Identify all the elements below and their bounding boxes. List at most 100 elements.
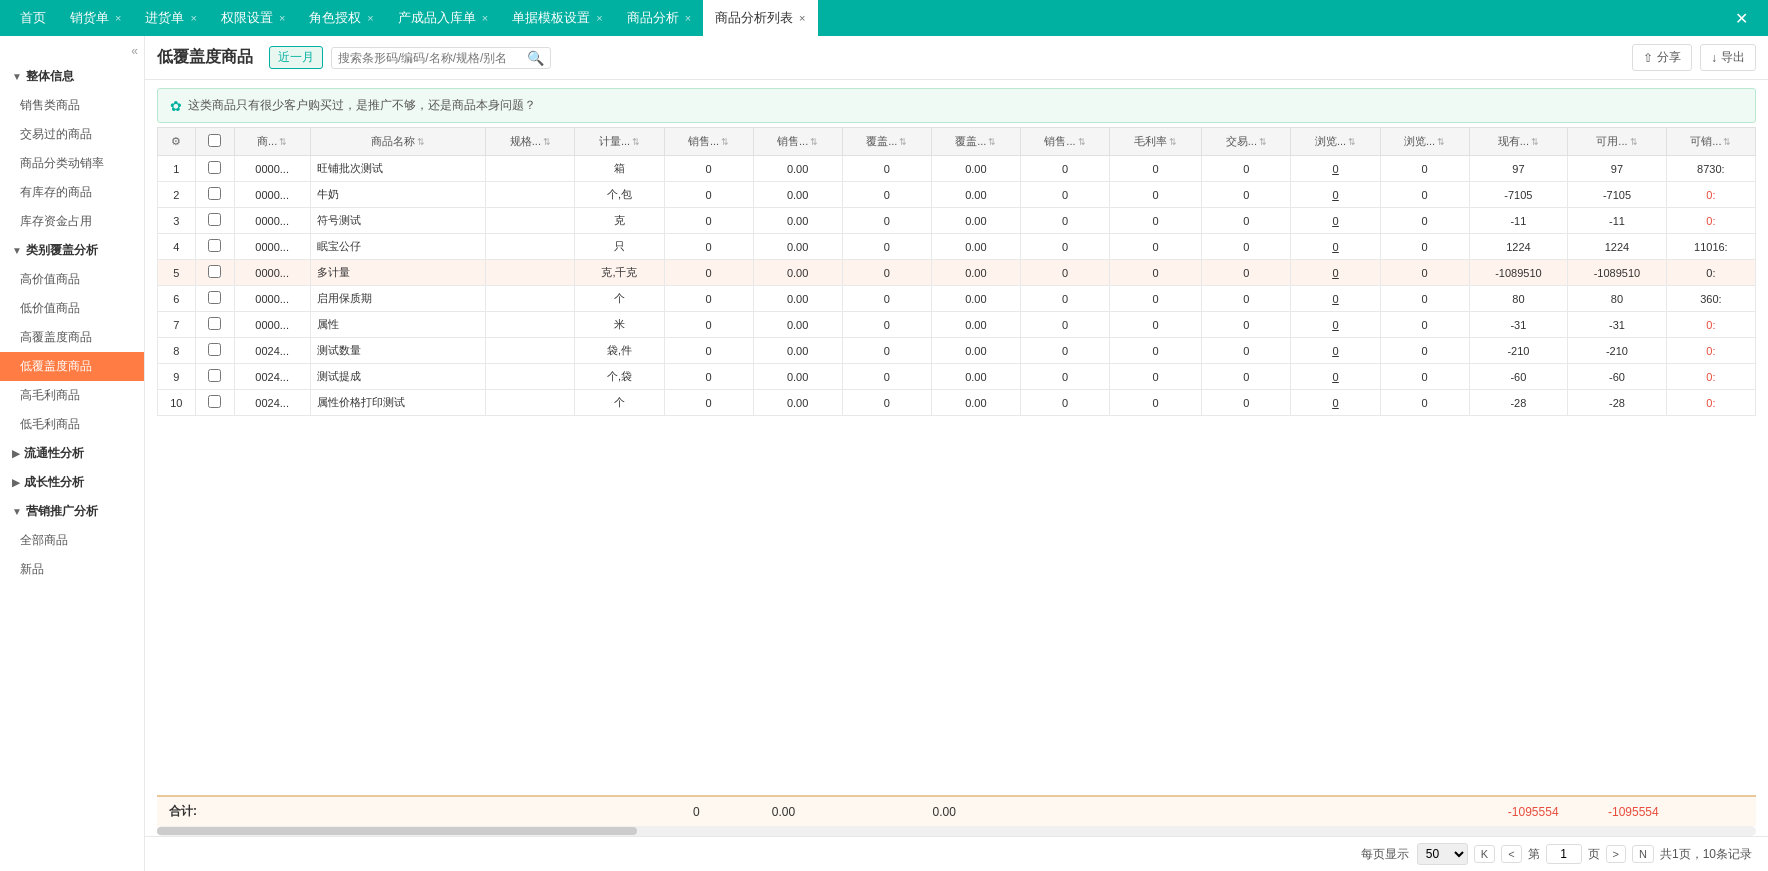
sidebar-item-low-coverage[interactable]: 低覆盖度商品 <box>0 352 144 381</box>
sidebar-item-category-rate[interactable]: 商品分类动销率 <box>0 149 144 178</box>
row-name[interactable]: 属性价格打印测试 <box>310 390 486 416</box>
prev-page-button[interactable]: < <box>1501 845 1521 863</box>
col-settings[interactable]: ⚙ <box>158 128 196 156</box>
page-number-input[interactable] <box>1546 844 1582 864</box>
row-checkbox[interactable] <box>195 364 234 390</box>
sidebar-item-all-products[interactable]: 全部商品 <box>0 526 144 555</box>
row-checkbox[interactable] <box>195 286 234 312</box>
close-icon[interactable]: × <box>115 12 121 24</box>
nav-template[interactable]: 单据模板设置 × <box>500 0 614 36</box>
sidebar-section-overview[interactable]: ▼ 整体信息 <box>0 62 144 91</box>
horizontal-scrollbar[interactable] <box>157 826 1756 836</box>
row-browse1[interactable]: 0 <box>1291 390 1380 416</box>
close-icon[interactable]: × <box>190 12 196 24</box>
first-page-button[interactable]: K <box>1474 845 1495 863</box>
row-select-checkbox[interactable] <box>208 239 221 252</box>
close-icon[interactable]: × <box>482 12 488 24</box>
row-name[interactable]: 旺铺批次测试 <box>310 156 486 182</box>
col-checkbox[interactable] <box>195 128 234 156</box>
row-select-checkbox[interactable] <box>208 343 221 356</box>
col-current[interactable]: 现有...⇅ <box>1469 128 1568 156</box>
col-available[interactable]: 可用...⇅ <box>1568 128 1667 156</box>
col-cover2[interactable]: 覆盖...⇅ <box>931 128 1020 156</box>
row-browse1[interactable]: 0 <box>1291 286 1380 312</box>
nav-permissions[interactable]: 权限设置 × <box>209 0 297 36</box>
row-select-checkbox[interactable] <box>208 161 221 174</box>
row-select-checkbox[interactable] <box>208 369 221 382</box>
row-checkbox[interactable] <box>195 338 234 364</box>
col-name[interactable]: 商品名称⇅ <box>310 128 486 156</box>
sidebar-item-sales-products[interactable]: 销售类商品 <box>0 91 144 120</box>
nav-product-analysis[interactable]: 商品分析 × <box>615 0 703 36</box>
col-gross[interactable]: 毛利率⇅ <box>1109 128 1201 156</box>
col-browse2[interactable]: 浏览...⇅ <box>1380 128 1469 156</box>
row-select-checkbox[interactable] <box>208 317 221 330</box>
close-icon[interactable]: × <box>596 12 602 24</box>
row-name[interactable]: 多计量 <box>310 260 486 286</box>
sidebar-section-marketing[interactable]: ▼ 营销推广分析 <box>0 497 144 526</box>
row-browse1[interactable]: 0 <box>1291 156 1380 182</box>
sidebar-item-inventory-funds[interactable]: 库存资金占用 <box>0 207 144 236</box>
sidebar-section-growth[interactable]: ▶ 成长性分析 <box>0 468 144 497</box>
nav-product-analysis-list[interactable]: 商品分析列表 × <box>703 0 817 36</box>
sidebar-item-new-products[interactable]: 新品 <box>0 555 144 584</box>
row-name[interactable]: 眠宝公仔 <box>310 234 486 260</box>
share-button[interactable]: ⇧ 分享 <box>1632 44 1692 71</box>
row-name[interactable]: 启用保质期 <box>310 286 486 312</box>
col-code[interactable]: 商...⇅ <box>234 128 310 156</box>
search-input[interactable] <box>338 51 527 65</box>
row-browse1[interactable]: 0 <box>1291 208 1380 234</box>
last-page-button[interactable]: N <box>1632 845 1654 863</box>
nav-sales[interactable]: 销货单 × <box>58 0 133 36</box>
row-checkbox[interactable] <box>195 208 234 234</box>
close-icon[interactable]: × <box>367 12 373 24</box>
row-browse1[interactable]: 0 <box>1291 312 1380 338</box>
row-browse1[interactable]: 0 <box>1291 364 1380 390</box>
sidebar-collapse-button[interactable]: « <box>0 40 144 62</box>
row-checkbox[interactable] <box>195 234 234 260</box>
close-icon[interactable]: × <box>685 12 691 24</box>
row-select-checkbox[interactable] <box>208 265 221 278</box>
col-trade[interactable]: 交易...⇅ <box>1202 128 1291 156</box>
col-spec[interactable]: 规格...⇅ <box>486 128 575 156</box>
row-name[interactable]: 测试提成 <box>310 364 486 390</box>
sidebar-item-high-value[interactable]: 高价值商品 <box>0 265 144 294</box>
next-page-button[interactable]: > <box>1606 845 1626 863</box>
nav-home[interactable]: 首页 <box>8 0 58 36</box>
nav-finished-goods[interactable]: 产成品入库单 × <box>386 0 500 36</box>
row-checkbox[interactable] <box>195 260 234 286</box>
col-sale-count[interactable]: 销售...⇅ <box>664 128 753 156</box>
period-button[interactable]: 近一月 <box>269 46 323 69</box>
row-select-checkbox[interactable] <box>208 187 221 200</box>
row-browse1[interactable]: 0 <box>1291 234 1380 260</box>
page-size-select[interactable]: 50 100 200 <box>1417 843 1468 865</box>
row-browse1[interactable]: 0 <box>1291 260 1380 286</box>
row-select-checkbox[interactable] <box>208 395 221 408</box>
col-browse1[interactable]: 浏览...⇅ <box>1291 128 1380 156</box>
col-sellable[interactable]: 可销...⇅ <box>1666 128 1755 156</box>
sidebar-item-high-margin[interactable]: 高毛利商品 <box>0 381 144 410</box>
col-unit[interactable]: 计量...⇅ <box>575 128 664 156</box>
select-all-checkbox[interactable] <box>208 134 221 147</box>
nav-purchase[interactable]: 进货单 × <box>133 0 208 36</box>
row-browse1[interactable]: 0 <box>1291 182 1380 208</box>
sidebar-section-coverage[interactable]: ▼ 类别覆盖分析 <box>0 236 144 265</box>
sidebar-item-low-value[interactable]: 低价值商品 <box>0 294 144 323</box>
row-select-checkbox[interactable] <box>208 291 221 304</box>
col-sale3[interactable]: 销售...⇅ <box>1020 128 1109 156</box>
sidebar-item-low-margin[interactable]: 低毛利商品 <box>0 410 144 439</box>
sidebar-item-stocked-products[interactable]: 有库存的商品 <box>0 178 144 207</box>
nav-roles[interactable]: 角色授权 × <box>297 0 385 36</box>
sidebar-item-traded-products[interactable]: 交易过的商品 <box>0 120 144 149</box>
export-button[interactable]: ↓ 导出 <box>1700 44 1756 71</box>
row-checkbox[interactable] <box>195 390 234 416</box>
col-sale-amount[interactable]: 销售...⇅ <box>753 128 842 156</box>
close-icon[interactable]: × <box>279 12 285 24</box>
row-name[interactable]: 属性 <box>310 312 486 338</box>
row-checkbox[interactable] <box>195 312 234 338</box>
col-cover1[interactable]: 覆盖...⇅ <box>842 128 931 156</box>
row-name[interactable]: 牛奶 <box>310 182 486 208</box>
row-checkbox[interactable] <box>195 156 234 182</box>
search-icon[interactable]: 🔍 <box>527 50 544 66</box>
sidebar-section-liquidity[interactable]: ▶ 流通性分析 <box>0 439 144 468</box>
